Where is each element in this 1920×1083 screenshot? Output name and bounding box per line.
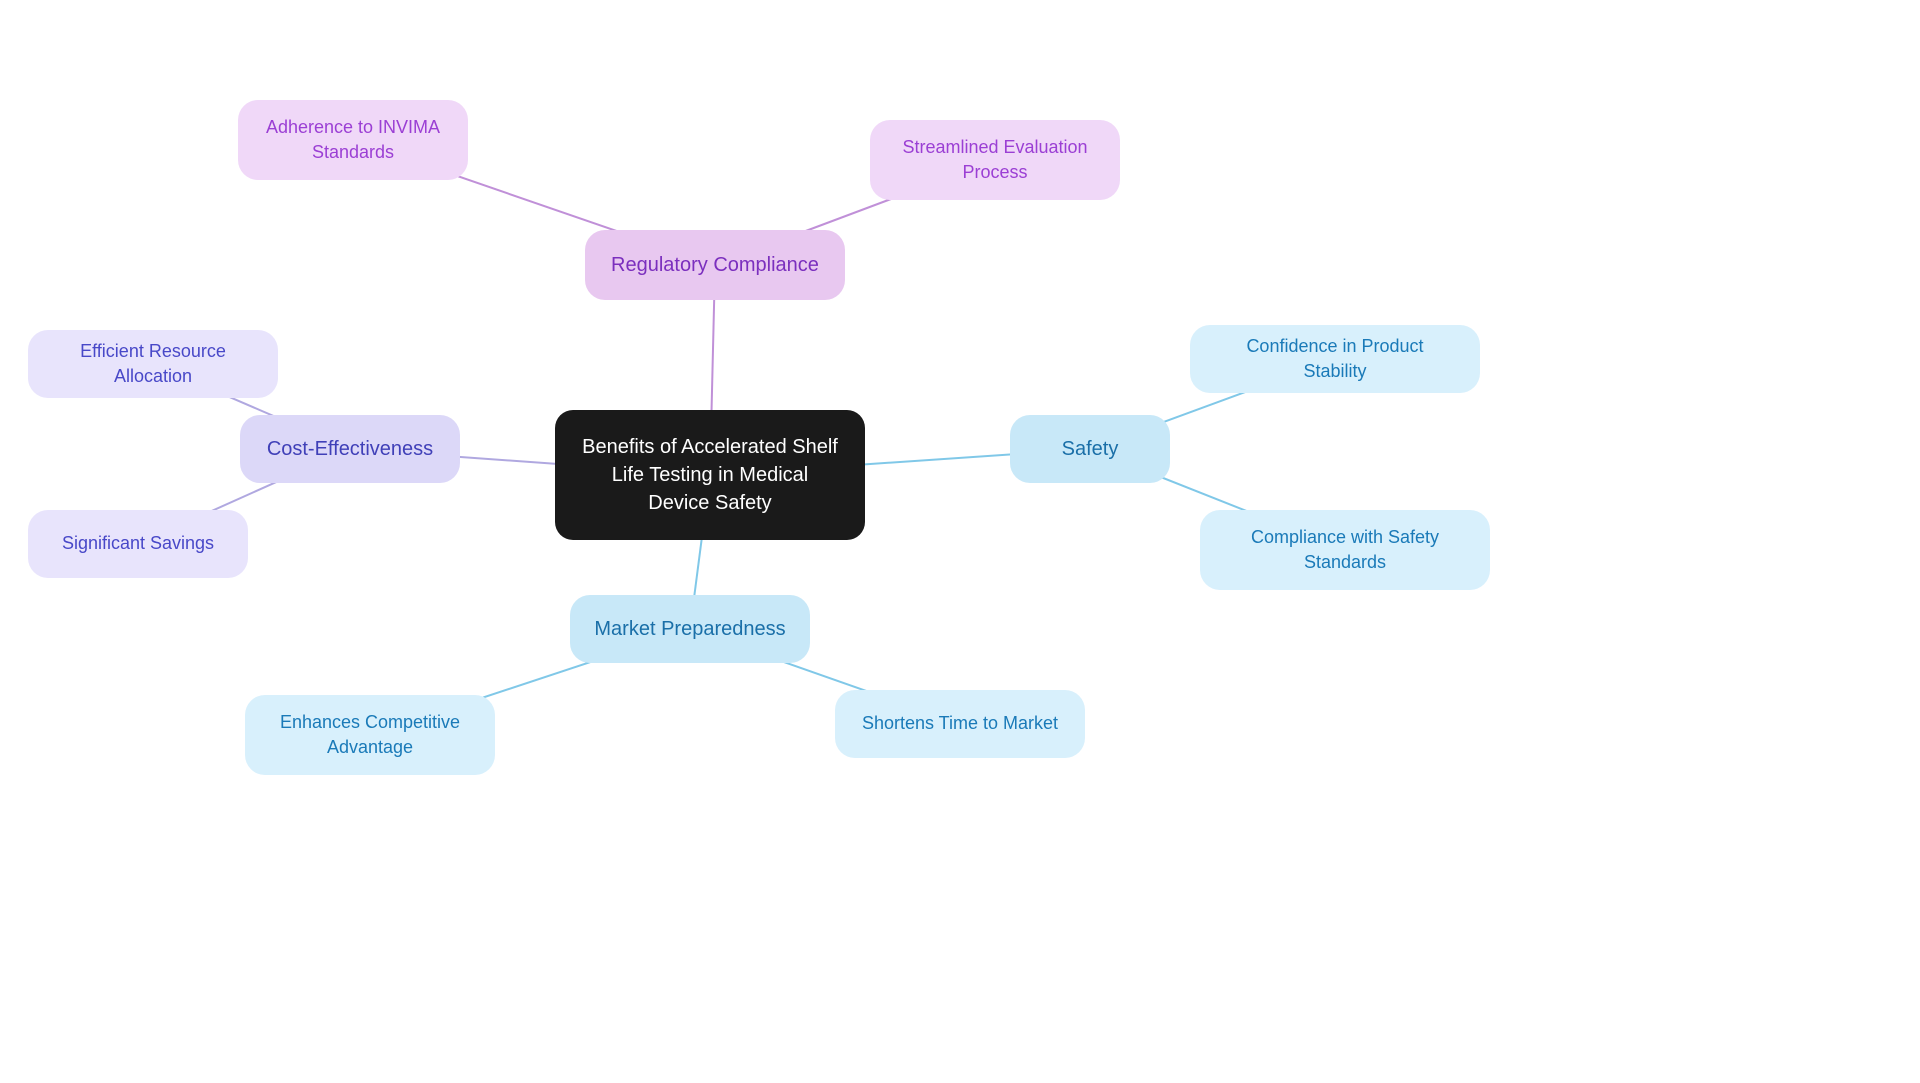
adherence-invima-node: Adherence to INVIMA Standards [238,100,468,180]
streamlined-eval-node: Streamlined Evaluation Process [870,120,1120,200]
shortens-time-node: Shortens Time to Market [835,690,1085,758]
mindmap-container: Benefits of Accelerated Shelf Life Testi… [0,0,1920,1083]
center-node: Benefits of Accelerated Shelf Life Testi… [555,410,865,540]
regulatory-compliance-node: Regulatory Compliance [585,230,845,300]
compliance-safety-node: Compliance with Safety Standards [1200,510,1490,590]
enhances-competitive-node: Enhances Competitive Advantage [245,695,495,775]
cost-effectiveness-node: Cost-Effectiveness [240,415,460,483]
confidence-stability-node: Confidence in Product Stability [1190,325,1480,393]
significant-savings-node: Significant Savings [28,510,248,578]
safety-node: Safety [1010,415,1170,483]
efficient-resource-node: Efficient Resource Allocation [28,330,278,398]
market-preparedness-node: Market Preparedness [570,595,810,663]
